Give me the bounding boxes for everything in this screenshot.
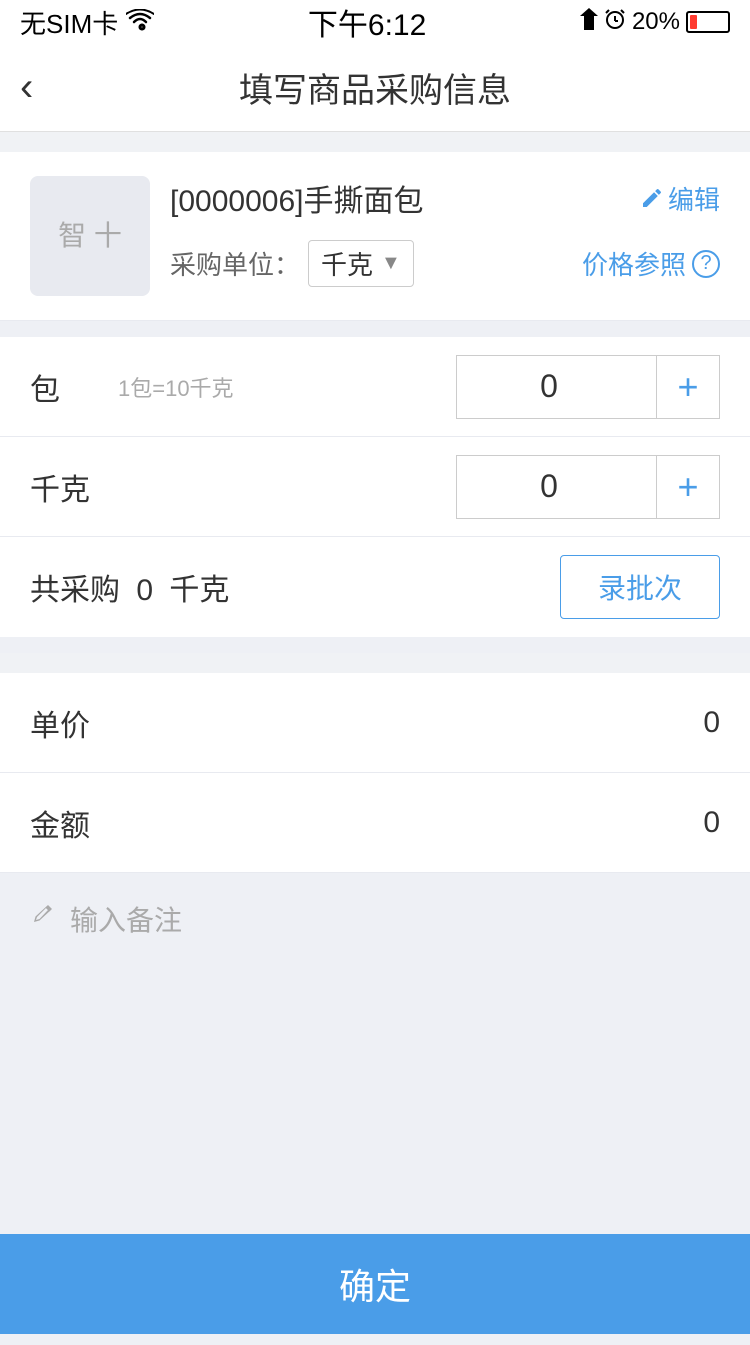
record-batch-button[interactable]: 录批次 [560,555,720,619]
summary-row: 共采购 0 千克 录批次 [0,537,750,637]
record-batch-label: 录批次 [598,567,682,607]
bag-input-row: 包 1包=10千克 + [0,337,750,437]
wifi-icon [126,7,154,38]
confirm-bar[interactable]: 确定 [0,1234,750,1334]
summary-prefix: 共采购 [30,574,120,607]
bag-number-input[interactable] [456,355,656,419]
kg-input-control: + [456,455,720,519]
product-card: 智 十 [0000006]手撕面包 编辑 采购单位： 千克 ▼ 价格参照 ? [0,152,750,321]
note-placeholder: 输入备注 [70,899,182,939]
page-title: 填写商品采购信息 [239,63,511,112]
edit-label: 编辑 [668,180,720,217]
price-ref-label: 价格参照 [582,245,686,282]
price-ref-button[interactable]: 价格参照 ? [582,245,720,282]
summary-unit: 千克 [169,574,229,607]
amount-label: 金额 [30,801,90,845]
unit-price-row: 单价 0 [0,673,750,773]
carrier-text: 无SIM卡 [20,4,118,41]
back-button[interactable]: ‹ [20,65,33,110]
purchase-unit-row: 采购单位： 千克 ▼ 价格参照 ? [170,240,720,287]
battery-icon [686,11,730,33]
price-section: 单价 0 金额 0 [0,673,750,873]
product-image: 智 十 [30,176,150,296]
kg-input-row: 千克 + [0,437,750,537]
status-carrier: 无SIM卡 [20,4,154,41]
status-time: 下午6:12 [308,0,426,44]
bag-plus-button[interactable]: + [656,355,720,419]
section-divider-1 [0,321,750,337]
status-bar: 无SIM卡 下午6:12 20% [0,0,750,44]
help-label: ? [700,252,711,275]
kg-plus-icon: + [677,466,698,508]
alarm-icon [604,8,626,37]
amount-row: 金额 0 [0,773,750,873]
unit-select[interactable]: 千克 ▼ [308,240,414,287]
bag-sublabel: 1包=10千克 [118,371,456,403]
pencil-icon [30,902,58,937]
kg-plus-button[interactable]: + [656,455,720,519]
bag-label: 包 [30,365,110,409]
location-icon [580,8,598,37]
product-name-row: [0000006]手撕面包 编辑 [170,176,720,220]
product-image-placeholder: 智 十 [58,218,122,254]
product-full-name: [0000006]手撕面包 [170,176,423,220]
edit-button[interactable]: 编辑 [640,180,720,217]
battery-percent: 20% [632,8,680,36]
status-right: 20% [580,8,730,37]
bag-plus-icon: + [677,366,698,408]
purchase-unit-label: 采购单位： [170,245,300,282]
input-section: 包 1包=10千克 + 千克 + [0,337,750,537]
amount-value: 0 [703,806,720,840]
unit-price-value: 0 [703,706,720,740]
kg-number-input[interactable] [456,455,656,519]
unit-price-label: 单价 [30,701,90,745]
section-divider-2 [0,637,750,653]
bag-input-control: + [456,355,720,419]
unit-value: 千克 [321,245,373,282]
confirm-label: 确定 [339,1258,411,1310]
help-icon: ? [692,250,720,278]
note-section[interactable]: 输入备注 [0,873,750,965]
summary-text: 共采购 0 千克 [30,565,229,609]
summary-value: 0 [136,574,153,607]
product-info: [0000006]手撕面包 编辑 采购单位： 千克 ▼ 价格参照 ? [170,176,720,287]
nav-bar: ‹ 填写商品采购信息 [0,44,750,132]
dropdown-arrow: ▼ [381,252,401,275]
kg-label: 千克 [30,465,110,509]
